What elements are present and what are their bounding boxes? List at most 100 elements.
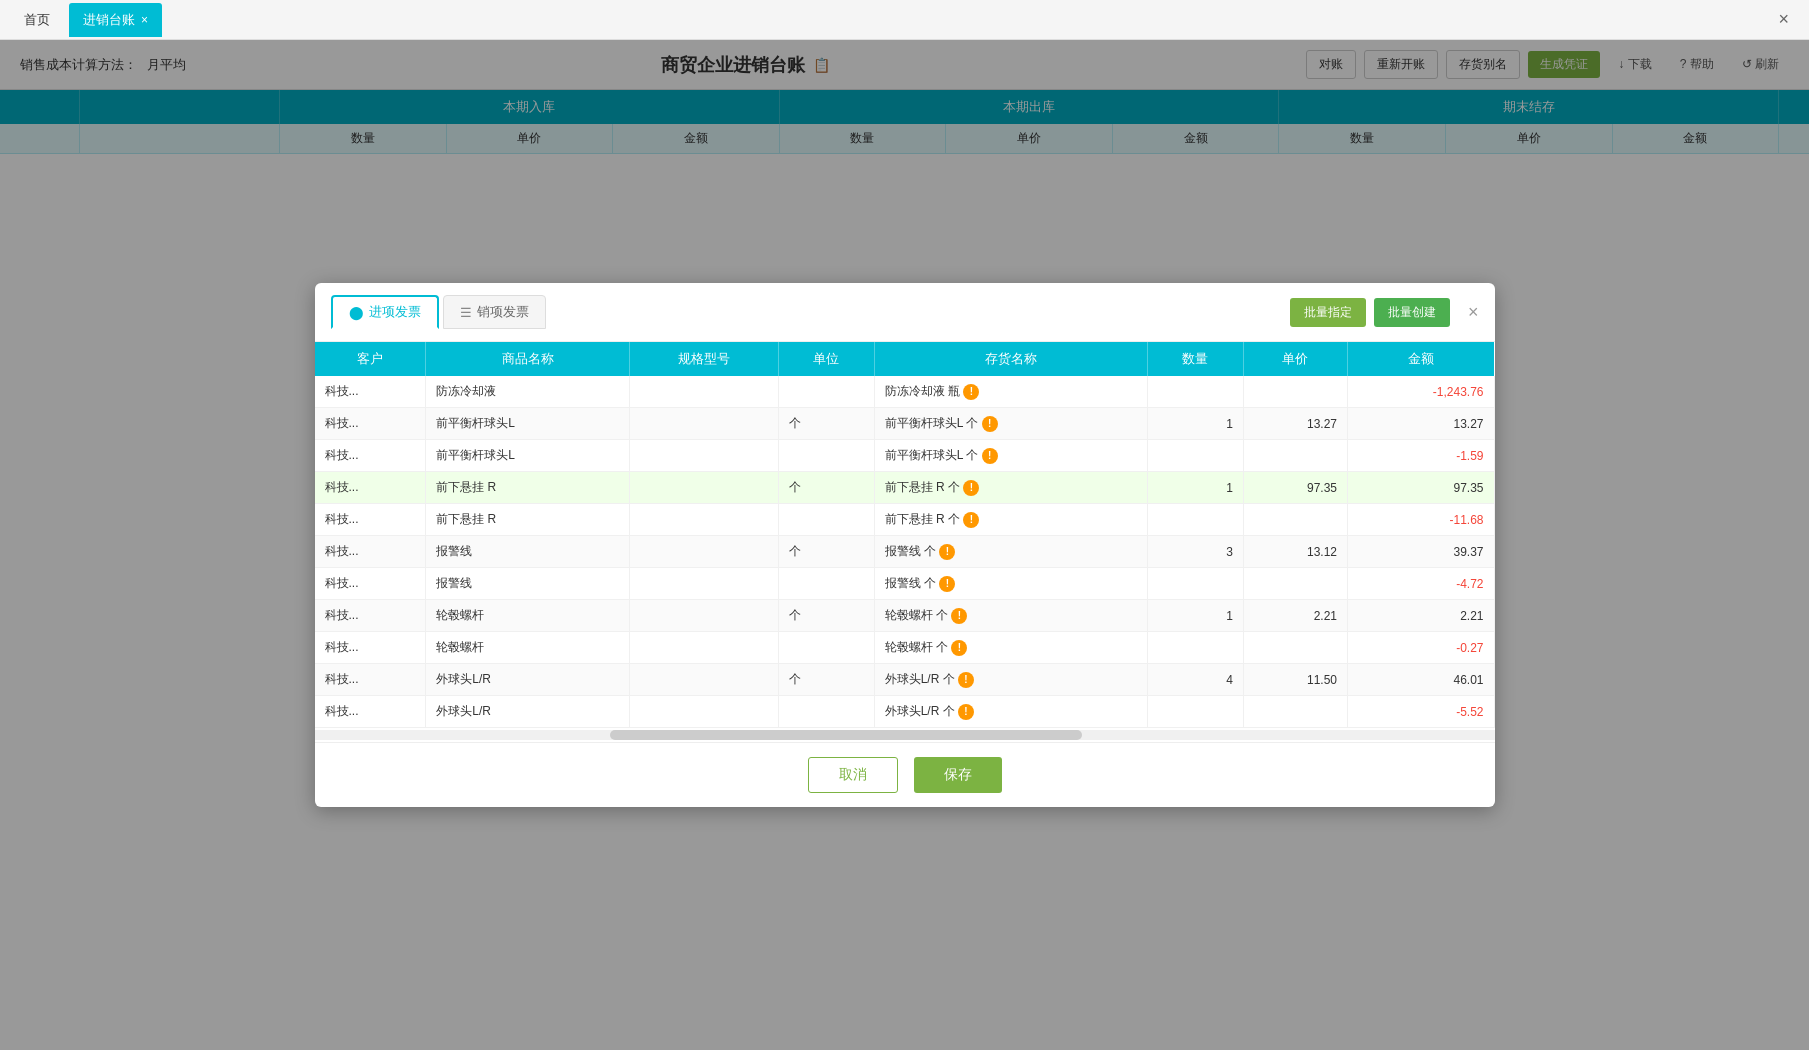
table-cell	[629, 600, 778, 632]
table-cell	[629, 664, 778, 696]
tab-close-icon[interactable]: ×	[141, 13, 148, 27]
table-cell: 46.01	[1348, 664, 1494, 696]
table-cell: 报警线 个 !	[874, 568, 1147, 600]
table-cell: 1	[1147, 600, 1243, 632]
cancel-button[interactable]: 取消	[808, 757, 898, 793]
table-cell: 科技...	[315, 568, 426, 600]
modal-action-buttons: 批量指定 批量创建	[1290, 298, 1450, 327]
batch-assign-button[interactable]: 批量指定	[1290, 298, 1366, 327]
table-cell: 防冻冷却液	[426, 376, 629, 408]
table-row[interactable]: 科技...轮毂螺杆个轮毂螺杆 个 !12.212.21	[315, 600, 1495, 632]
modal-close-button[interactable]: ×	[1468, 302, 1479, 323]
modal-table-wrapper[interactable]: 客户 商品名称 规格型号 单位 存货名称 数量 单价 金额 科技...防冻冷却液…	[315, 342, 1495, 728]
tab-sales-invoice[interactable]: ☰ 销项发票	[443, 295, 546, 329]
warning-icon: !	[982, 416, 998, 432]
table-cell	[778, 696, 874, 728]
table-cell: 科技...	[315, 600, 426, 632]
modal-overlay: ⬤ 进项发票 ☰ 销项发票 批量指定 批量创建 ×	[0, 40, 1809, 1050]
invoice-table: 客户 商品名称 规格型号 单位 存货名称 数量 单价 金额 科技...防冻冷却液…	[315, 342, 1495, 728]
table-row[interactable]: 科技...报警线个报警线 个 !313.1239.37	[315, 536, 1495, 568]
table-cell: 前平衡杆球头L 个 !	[874, 408, 1147, 440]
table-row[interactable]: 科技...报警线报警线 个 !-4.72	[315, 568, 1495, 600]
table-row[interactable]: 科技...防冻冷却液 防冻冷却液 瓶 ! -1,243.76	[315, 376, 1495, 408]
table-row[interactable]: 科技...前平衡杆球头L个前平衡杆球头L 个 !113.2713.27	[315, 408, 1495, 440]
table-cell: -4.72	[1348, 568, 1494, 600]
warning-icon: !	[958, 704, 974, 720]
warning-icon: !	[982, 448, 998, 464]
warning-icon: !	[939, 576, 955, 592]
table-cell: 个	[778, 664, 874, 696]
table-cell: 13.12	[1243, 536, 1347, 568]
col-header-price: 单价	[1243, 342, 1347, 376]
table-cell: 轮毂螺杆 个 !	[874, 600, 1147, 632]
table-cell	[778, 440, 874, 472]
table-cell	[1147, 376, 1243, 408]
table-cell	[1243, 696, 1347, 728]
table-cell: 前下悬挂 R	[426, 504, 629, 536]
save-button[interactable]: 保存	[914, 757, 1002, 793]
table-cell	[1243, 568, 1347, 600]
table-cell	[1147, 568, 1243, 600]
active-tab[interactable]: 进销台账 ×	[69, 3, 162, 37]
table-cell	[1147, 696, 1243, 728]
table-cell	[778, 504, 874, 536]
table-cell	[629, 632, 778, 664]
table-cell	[629, 440, 778, 472]
horizontal-scrollbar[interactable]	[315, 730, 1495, 740]
warning-icon: !	[963, 480, 979, 496]
table-cell: 4	[1147, 664, 1243, 696]
table-cell: 97.35	[1243, 472, 1347, 504]
table-cell: 科技...	[315, 440, 426, 472]
table-cell	[778, 376, 874, 408]
warning-icon: !	[951, 608, 967, 624]
col-header-amount: 金额	[1348, 342, 1494, 376]
table-cell: 外球头L/R 个 !	[874, 696, 1147, 728]
main-content: 销售成本计算方法： 月平均 商贸企业进销台账 📋 对账 重新开账 存货别名 生成…	[0, 40, 1809, 1050]
table-row[interactable]: 科技...前平衡杆球头L前平衡杆球头L 个 !-1.59	[315, 440, 1495, 472]
table-cell	[629, 568, 778, 600]
table-cell: 个	[778, 536, 874, 568]
table-cell: 外球头L/R	[426, 664, 629, 696]
table-header-row: 客户 商品名称 规格型号 单位 存货名称 数量 单价 金额	[315, 342, 1495, 376]
col-header-product: 商品名称	[426, 342, 629, 376]
table-cell	[1147, 504, 1243, 536]
table-cell: 科技...	[315, 376, 426, 408]
modal-footer: 取消 保存	[315, 742, 1495, 807]
table-cell: 报警线	[426, 536, 629, 568]
table-cell	[778, 632, 874, 664]
table-cell: 前平衡杆球头L	[426, 440, 629, 472]
table-cell: 科技...	[315, 472, 426, 504]
col-header-customer: 客户	[315, 342, 426, 376]
table-cell: 3	[1147, 536, 1243, 568]
table-cell: 前下悬挂 R	[426, 472, 629, 504]
table-cell: -11.68	[1348, 504, 1494, 536]
tab-purchase-label: 进项发票	[369, 303, 421, 321]
table-cell: 轮毂螺杆	[426, 600, 629, 632]
tab-purchase-invoice[interactable]: ⬤ 进项发票	[331, 295, 439, 329]
table-cell: 防冻冷却液 瓶 !	[874, 376, 1147, 408]
window-close-button[interactable]: ×	[1768, 9, 1799, 30]
table-cell: 2.21	[1348, 600, 1494, 632]
table-row[interactable]: 科技...外球头L/R个外球头L/R 个 !411.5046.01	[315, 664, 1495, 696]
table-cell: 轮毂螺杆	[426, 632, 629, 664]
table-row[interactable]: 科技...轮毂螺杆轮毂螺杆 个 !-0.27	[315, 632, 1495, 664]
table-row[interactable]: 科技...前下悬挂 R个前下悬挂 R 个 !197.3597.35	[315, 472, 1495, 504]
table-cell: 报警线 个 !	[874, 536, 1147, 568]
table-row[interactable]: 科技...外球头L/R外球头L/R 个 !-5.52	[315, 696, 1495, 728]
top-bar: 首页 进销台账 × ×	[0, 0, 1809, 40]
table-cell	[629, 696, 778, 728]
table-cell	[629, 408, 778, 440]
table-cell: 科技...	[315, 664, 426, 696]
table-cell: 外球头L/R 个 !	[874, 664, 1147, 696]
table-row[interactable]: 科技...前下悬挂 R前下悬挂 R 个 !-11.68	[315, 504, 1495, 536]
batch-create-button[interactable]: 批量创建	[1374, 298, 1450, 327]
warning-icon: !	[963, 512, 979, 528]
table-cell: -1,243.76	[1348, 376, 1494, 408]
table-cell: -0.27	[1348, 632, 1494, 664]
table-cell	[629, 536, 778, 568]
table-cell: 2.21	[1243, 600, 1347, 632]
table-cell: -1.59	[1348, 440, 1494, 472]
home-tab[interactable]: 首页	[10, 3, 64, 37]
tab-label: 进销台账	[83, 11, 135, 29]
table-cell: 1	[1147, 472, 1243, 504]
